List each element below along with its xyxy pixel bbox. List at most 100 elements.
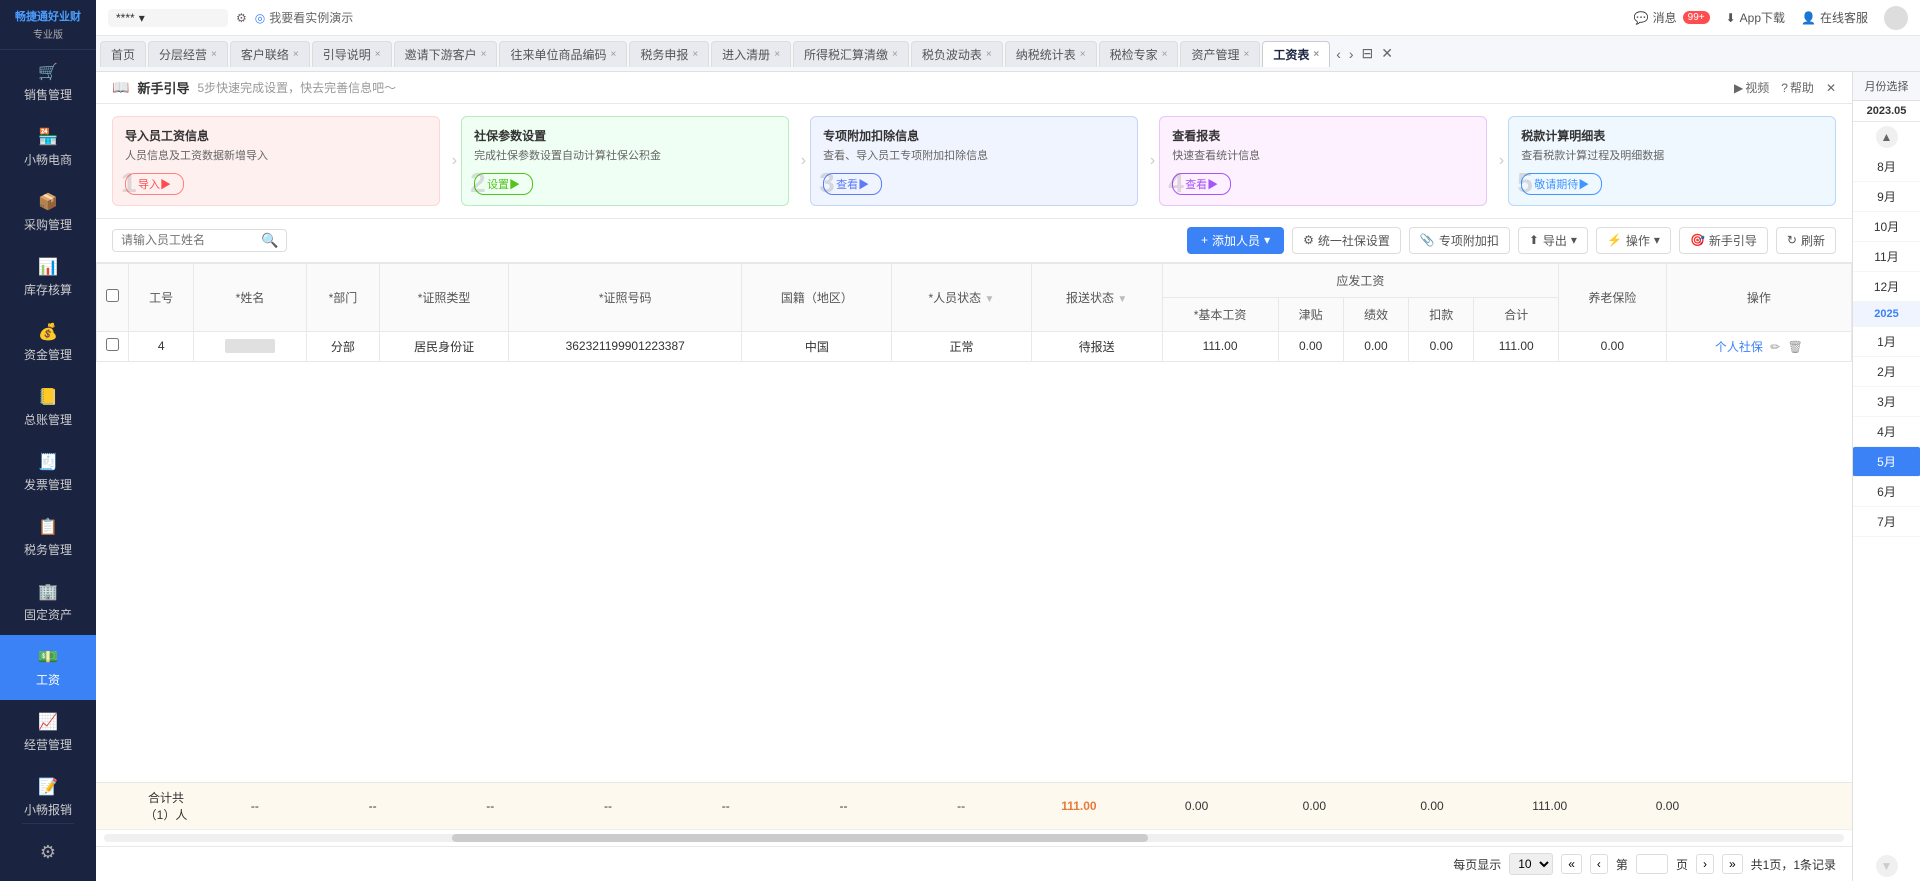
send-status-filter-icon[interactable]: ▼	[1117, 294, 1127, 305]
sidebar-item-invoice[interactable]: 🧾 发票管理	[0, 440, 96, 505]
tab-close-icon[interactable]: ×	[986, 49, 992, 60]
sidebar-item-ecommerce[interactable]: 🏪 小畅电商	[0, 115, 96, 180]
new-guide-button[interactable]: 🎯 新手引导	[1679, 227, 1768, 254]
next-page-button[interactable]: ›	[1696, 854, 1714, 874]
tab-asset-mgr[interactable]: 资产管理 ×	[1180, 41, 1260, 67]
tab-prev-button[interactable]: ‹	[1332, 44, 1345, 64]
sidebar-item-tax[interactable]: 📋 税务管理	[0, 505, 96, 570]
sidebar-item-asset[interactable]: 🏢 固定资产	[0, 570, 96, 635]
sidebar-item-operation[interactable]: 📈 经营管理	[0, 700, 96, 765]
scroll-bar-track[interactable]	[104, 834, 1844, 842]
tab-partition[interactable]: 分层经营 ×	[148, 41, 228, 67]
tab-label: 纳税统计表	[1016, 46, 1076, 63]
month-item-11[interactable]: 11月	[1853, 242, 1920, 272]
status-filter-icon[interactable]: ▼	[985, 294, 995, 305]
tab-salary[interactable]: 工资表 ×	[1262, 41, 1330, 67]
tab-product-code[interactable]: 往来单位商品编码 ×	[499, 41, 627, 67]
tab-close-icon[interactable]: ×	[375, 49, 381, 60]
month-item-2[interactable]: 2月	[1853, 357, 1920, 387]
sidebar-item-purchase[interactable]: 📦 采购管理	[0, 180, 96, 245]
user-avatar[interactable]	[1884, 6, 1908, 30]
row-id-no: 36232119990122338​7	[509, 331, 742, 361]
guide-book-icon: 📖	[112, 79, 129, 96]
tab-tax-expert[interactable]: 税检专家 ×	[1099, 41, 1179, 67]
per-page-select[interactable]: 10 20 50	[1509, 853, 1553, 875]
scroll-bar-thumb[interactable]	[452, 834, 1148, 842]
tab-guide[interactable]: 引导说明 ×	[312, 41, 392, 67]
month-down-button[interactable]: ▼	[1876, 855, 1898, 877]
message-label: 消息	[1653, 9, 1677, 26]
add-person-button[interactable]: + 添加人员 ▾	[1187, 227, 1284, 254]
settings-icon-header[interactable]: ⚙	[236, 11, 247, 25]
tab-close-icon[interactable]: ×	[692, 49, 698, 60]
month-item-1[interactable]: 1月	[1853, 327, 1920, 357]
tab-expand-button[interactable]: ⊟	[1358, 43, 1378, 64]
month-up-button[interactable]: ▲	[1876, 126, 1898, 148]
month-item-7[interactable]: 7月	[1853, 507, 1920, 537]
tab-close-icon[interactable]: ×	[211, 49, 217, 60]
sidebar-item-salary[interactable]: 💵 工资	[0, 635, 96, 700]
page-number-input[interactable]: 1	[1636, 854, 1668, 874]
tab-close-icon[interactable]: ×	[892, 49, 898, 60]
app-download-button[interactable]: ⬇ App下载	[1726, 9, 1785, 26]
month-item-10[interactable]: 10月	[1853, 212, 1920, 242]
month-item-4[interactable]: 4月	[1853, 417, 1920, 447]
operate-button[interactable]: ⚡ 操作 ▾	[1596, 227, 1671, 254]
tab-close-icon[interactable]: ×	[1080, 49, 1086, 60]
tab-close-icon[interactable]: ×	[610, 49, 616, 60]
row-checkbox[interactable]	[106, 338, 119, 351]
month-item-5[interactable]: 5月	[1853, 447, 1920, 477]
sidebar-item-inventory[interactable]: 📊 库存核算	[0, 245, 96, 310]
sidebar-item-finance[interactable]: 💰 资金管理	[0, 310, 96, 375]
tab-tax-stat[interactable]: 纳税统计表 ×	[1005, 41, 1097, 67]
company-selector[interactable]: **** ▾	[108, 9, 228, 27]
refresh-button[interactable]: ↻ 刷新	[1776, 227, 1836, 254]
tab-close-icon[interactable]: ×	[481, 49, 487, 60]
tab-clearance[interactable]: 进入清册 ×	[711, 41, 791, 67]
month-item-3[interactable]: 3月	[1853, 387, 1920, 417]
tab-customer[interactable]: 客户联络 ×	[230, 41, 310, 67]
close-guide-button[interactable]: ✕	[1826, 79, 1836, 96]
tab-close-icon[interactable]: ×	[1313, 49, 1319, 60]
month-item-9[interactable]: 9月	[1853, 182, 1920, 212]
step-5-button[interactable]: 敬请期待▶	[1521, 173, 1602, 195]
tab-tax-relief[interactable]: 税负波动表 ×	[911, 41, 1003, 67]
tab-tax-calc[interactable]: 所得税汇算清缴 ×	[793, 41, 909, 67]
last-page-button[interactable]: »	[1722, 854, 1743, 874]
tab-close-all-button[interactable]: ✕	[1377, 43, 1397, 64]
first-page-button[interactable]: «	[1561, 854, 1582, 874]
edit-icon[interactable]: ✏	[1770, 340, 1780, 354]
prev-page-button[interactable]: ‹	[1590, 854, 1608, 874]
select-all-checkbox[interactable]	[106, 289, 119, 302]
tab-next-button[interactable]: ›	[1345, 44, 1358, 64]
settings-button[interactable]: ⚙	[32, 834, 64, 871]
video-button[interactable]: ▶ 视频	[1734, 79, 1769, 96]
month-item-12[interactable]: 12月	[1853, 272, 1920, 302]
footer-allowance: 0.00	[1138, 799, 1256, 813]
online-service-button[interactable]: 👤 在线客服	[1801, 9, 1868, 26]
th-nationality: 国籍（地区）	[742, 263, 892, 331]
tab-invite[interactable]: 邀请下游客户 ×	[394, 41, 498, 67]
export-button[interactable]: ⬆ 导出 ▾	[1518, 227, 1588, 254]
tab-close-icon[interactable]: ×	[293, 49, 299, 60]
tab-close-icon[interactable]: ×	[1243, 49, 1249, 60]
message-button[interactable]: 💬 消息 99+	[1634, 9, 1710, 26]
delete-icon[interactable]: 🗑	[1788, 340, 1803, 354]
tab-home[interactable]: 首页	[100, 41, 146, 67]
help-button[interactable]: ? 帮助	[1781, 79, 1814, 96]
addon-deduction-button[interactable]: 📎 专项附加扣	[1409, 227, 1510, 254]
demo-link[interactable]: ◎ 我要看实例演示	[255, 9, 354, 26]
search-icon[interactable]: 🔍	[261, 232, 278, 249]
search-input[interactable]	[121, 233, 261, 247]
month-item-6[interactable]: 6月	[1853, 477, 1920, 507]
sidebar-item-ledger[interactable]: 📒 总账管理	[0, 375, 96, 440]
tab-close-icon[interactable]: ×	[1162, 49, 1168, 60]
month-list: 8月 9月 10月 11月 12月 2025 1月 2月 3月 4月 5月 6月…	[1853, 152, 1920, 851]
sidebar-item-sales[interactable]: 🛒 销售管理	[0, 50, 96, 115]
social-insurance-setting-button[interactable]: ⚙ 统一社保设置	[1292, 227, 1401, 254]
personal-insurance-link[interactable]: 个人社保	[1715, 340, 1763, 354]
tab-close-icon[interactable]: ×	[774, 49, 780, 60]
tab-tax-declare[interactable]: 税务申报 ×	[629, 41, 709, 67]
sidebar-item-report[interactable]: 📝 小畅报销	[0, 765, 96, 823]
month-item-8[interactable]: 8月	[1853, 152, 1920, 182]
